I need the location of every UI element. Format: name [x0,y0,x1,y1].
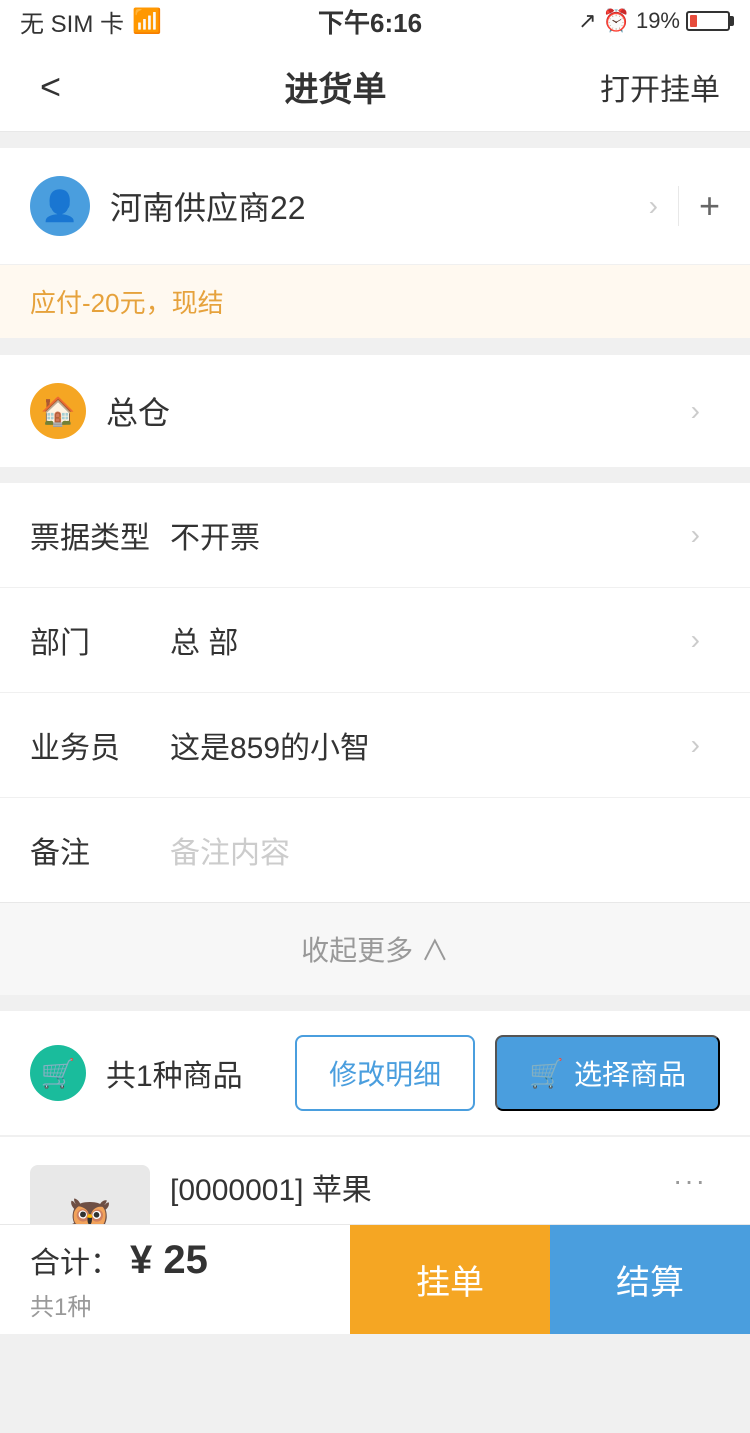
nav-bar: < 进货单 打开挂单 [0,42,750,132]
page-title: 进货单 [285,62,387,111]
product-icon-wrap: 🛒 [30,1045,86,1101]
supplier-row[interactable]: 👤 河南供应商22 › + [0,148,750,265]
total-label: 合计： ¥ 25 [30,1238,320,1283]
supplier-divider [678,186,679,226]
ticket-type-label: 票据类型 [30,513,170,557]
salesperson-value: 这是859的小智 [170,723,691,767]
ticket-type-chevron: › [691,519,700,551]
select-label: 选择商品 [574,1053,686,1093]
warehouse-section: 🏠 总仓 › [0,355,750,467]
warehouse-icon-wrap: 🏠 [30,383,86,439]
collapse-toggle[interactable]: 收起更多 ∧ [0,902,750,995]
status-left: 无 SIM 卡 📶 [20,4,162,39]
product-header: 🛒 共1种商品 修改明细 🛒 选择商品 [0,1011,750,1135]
alert-banner: 应付-20元，现结 [0,265,750,339]
product-more-button[interactable]: ··· [660,1165,720,1197]
battery-icon [686,11,730,31]
open-hold-button[interactable]: 打开挂单 [600,65,720,109]
product-name: [0000001] 苹果 [170,1165,640,1209]
avatar-icon: 👤 [41,189,78,224]
total-text: 合计： [30,1238,120,1282]
department-chevron: › [691,624,700,656]
select-icon: 🛒 [529,1057,564,1090]
more-dots-icon: ··· [673,1165,707,1197]
ticket-type-row[interactable]: 票据类型 不开票 › [0,483,750,587]
department-value: 总 部 [170,618,691,662]
department-label: 部门 [30,618,170,662]
warehouse-icon: 🏠 [41,395,76,428]
total-section: 合计： ¥ 25 共1种 [0,1225,350,1334]
wifi-icon: 📶 [132,7,162,36]
location-icon: ↗ [578,8,596,34]
status-time: 下午6:16 [318,3,422,40]
salesperson-row[interactable]: 业务员 这是859的小智 › [0,692,750,797]
salesperson-chevron: › [691,729,700,761]
checkout-button[interactable]: 结算 [550,1225,750,1334]
remark-row[interactable]: 备注 备注内容 [0,797,750,902]
battery-percent: 19% [636,8,680,34]
total-count: 共1种 [30,1287,320,1322]
hold-button[interactable]: 挂单 [350,1225,550,1334]
warehouse-chevron-icon: › [691,395,700,427]
warehouse-row[interactable]: 🏠 总仓 › [0,355,750,467]
add-supplier-button[interactable]: + [699,185,720,227]
bottom-bar: 合计： ¥ 25 共1种 挂单 结算 [0,1224,750,1334]
back-button[interactable]: < [30,56,71,118]
alarm-icon: ⏰ [603,8,630,34]
supplier-name: 河南供应商22 [110,183,649,229]
product-code: [0000001] [170,1174,303,1207]
edit-detail-button[interactable]: 修改明细 [295,1035,475,1111]
warehouse-name: 总仓 [106,388,691,434]
carrier-text: 无 SIM 卡 [20,4,124,39]
supplier-avatar: 👤 [30,176,90,236]
remark-placeholder: 备注内容 [170,828,720,872]
status-right: ↗ ⏰ 19% [578,8,730,34]
product-title: 苹果 [312,1174,372,1207]
select-product-button[interactable]: 🛒 选择商品 [495,1035,720,1111]
product-cart-icon: 🛒 [41,1057,76,1090]
remark-label: 备注 [30,828,170,872]
status-bar: 无 SIM 卡 📶 下午6:16 ↗ ⏰ 19% [0,0,750,42]
supplier-section: 👤 河南供应商22 › + 应付-20元，现结 [0,148,750,339]
ticket-type-value: 不开票 [170,513,691,557]
department-row[interactable]: 部门 总 部 › [0,587,750,692]
total-amount: ¥ 25 [130,1238,208,1283]
product-count: 共1种商品 [106,1051,275,1095]
form-section: 票据类型 不开票 › 部门 总 部 › 业务员 这是859的小智 › 备注 备注… [0,483,750,995]
supplier-chevron-icon: › [649,190,658,222]
salesperson-label: 业务员 [30,723,170,767]
